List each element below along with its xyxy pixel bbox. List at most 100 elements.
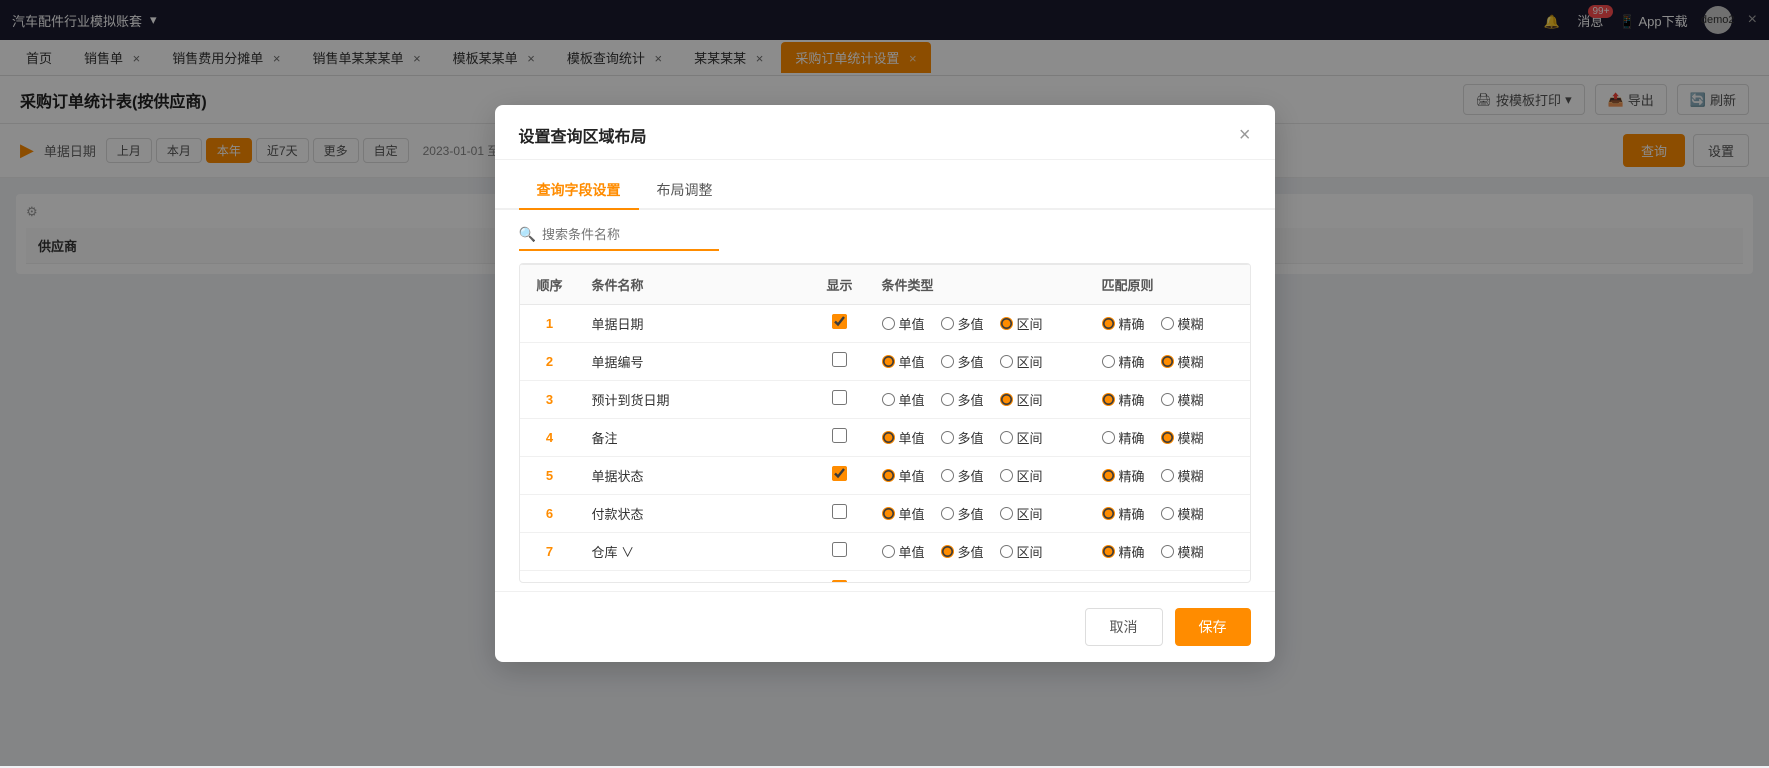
radio-match-精确[interactable]: 精确	[1102, 352, 1145, 371]
row-type-cell[interactable]: 单值多值区间	[870, 380, 1090, 418]
radio-match-精确[interactable]: 精确	[1102, 542, 1145, 561]
row-show-cell[interactable]	[810, 418, 870, 456]
row-match-cell[interactable]: 精确模糊	[1090, 418, 1250, 456]
row-name: 单据编号	[580, 342, 810, 380]
table-row: 2单据编号单值多值区间精确模糊	[520, 342, 1250, 380]
radio-type-区间[interactable]: 区间	[1000, 428, 1043, 447]
col-type: 条件类型	[870, 264, 1090, 304]
radio-type-多值[interactable]: 多值	[941, 580, 984, 583]
row-show-checkbox[interactable]	[832, 580, 847, 583]
row-show-checkbox[interactable]	[832, 314, 847, 329]
row-show-checkbox[interactable]	[832, 390, 847, 405]
row-type-cell[interactable]: 单值多值区间	[870, 532, 1090, 570]
radio-type-单值[interactable]: 单值	[882, 428, 925, 447]
modal-tabs: 查询字段设置 布局调整	[495, 160, 1275, 210]
row-show-cell[interactable]	[810, 380, 870, 418]
row-show-cell[interactable]	[810, 494, 870, 532]
row-match-cell[interactable]: 精确模糊	[1090, 456, 1250, 494]
row-match-cell[interactable]: 精确 模糊	[1090, 570, 1250, 583]
row-show-checkbox[interactable]	[832, 352, 847, 367]
row-match-cell[interactable]: 精确模糊	[1090, 494, 1250, 532]
col-name: 条件名称	[580, 264, 810, 304]
row-type-cell[interactable]: 单值多值区间	[870, 494, 1090, 532]
row-show-checkbox[interactable]	[832, 504, 847, 519]
row-type-cell[interactable]: 单值多值区间	[870, 418, 1090, 456]
radio-type-多值[interactable]: 多值	[941, 390, 984, 409]
modal-body: 🔍 顺序 条件名称 显示 条件类型 匹配原则	[495, 210, 1275, 591]
row-show-cell[interactable]	[810, 456, 870, 494]
row-type-cell[interactable]: 单值多值区间	[870, 304, 1090, 342]
table-row: 3预计到货日期单值多值区间精确模糊	[520, 380, 1250, 418]
row-order: 5	[520, 456, 580, 494]
radio-type-多值[interactable]: 多值	[941, 428, 984, 447]
row-show-checkbox[interactable]	[832, 428, 847, 443]
cancel-button[interactable]: 取消	[1085, 608, 1163, 646]
radio-type-单值[interactable]: 单值	[882, 314, 925, 333]
settings-table-scroll[interactable]: 顺序 条件名称 显示 条件类型 匹配原则 1单据日期单值多值区间精确模糊2单据编…	[519, 263, 1251, 583]
row-name: 付款状态	[580, 494, 810, 532]
radio-match-精确[interactable]: 精确	[1102, 466, 1145, 485]
radio-type-区间[interactable]: 区间	[1000, 466, 1043, 485]
row-match-cell[interactable]: 精确模糊	[1090, 342, 1250, 380]
row-show-cell[interactable]	[810, 304, 870, 342]
col-order: 顺序	[520, 264, 580, 304]
radio-type-单值[interactable]: 单值	[882, 466, 925, 485]
radio-type-多值[interactable]: 多值	[941, 352, 984, 371]
radio-type-单值[interactable]: 单值	[882, 542, 925, 561]
tab-layout[interactable]: 布局调整	[639, 172, 731, 210]
tab-query-fields[interactable]: 查询字段设置	[519, 172, 639, 210]
col-match: 匹配原则	[1090, 264, 1250, 304]
radio-match-模糊[interactable]: 模糊	[1161, 580, 1204, 583]
radio-type-多值[interactable]: 多值	[941, 504, 984, 523]
radio-match-模糊[interactable]: 模糊	[1161, 390, 1204, 409]
save-button[interactable]: 保存	[1175, 608, 1251, 646]
radio-type-区间[interactable]: 区间	[1000, 352, 1043, 371]
row-match-cell[interactable]: 精确模糊	[1090, 532, 1250, 570]
radio-type-区间[interactable]: 区间	[1000, 314, 1043, 333]
radio-match-模糊[interactable]: 模糊	[1161, 542, 1204, 561]
radio-type-单值[interactable]: 单值	[882, 390, 925, 409]
radio-type-区间[interactable]: 区间	[1000, 542, 1043, 561]
table-row: 8商品 ∨ 单值 多值 区间 精确 模糊	[520, 570, 1250, 583]
modal-overlay: 设置查询区域布局 × 查询字段设置 布局调整 🔍 顺序 条件名称	[0, 0, 1769, 766]
row-show-checkbox[interactable]	[832, 542, 847, 557]
radio-match-模糊[interactable]: 模糊	[1161, 428, 1204, 447]
row-show-cell[interactable]	[810, 342, 870, 380]
radio-type-区间[interactable]: 区间	[1000, 580, 1043, 583]
radio-type-单值[interactable]: 单值	[882, 352, 925, 371]
radio-match-精确[interactable]: 精确	[1102, 504, 1145, 523]
search-bar: 🔍	[519, 226, 719, 251]
radio-match-模糊[interactable]: 模糊	[1161, 314, 1204, 333]
row-type-cell[interactable]: 单值 多值 区间	[870, 570, 1090, 583]
radio-type-区间[interactable]: 区间	[1000, 390, 1043, 409]
search-icon: 🔍	[519, 226, 536, 243]
radio-match-精确[interactable]: 精确	[1102, 314, 1145, 333]
row-show-cell[interactable]	[810, 532, 870, 570]
radio-type-单值[interactable]: 单值	[882, 504, 925, 523]
row-order: 7	[520, 532, 580, 570]
row-type-cell[interactable]: 单值多值区间	[870, 342, 1090, 380]
radio-match-精确[interactable]: 精确	[1102, 428, 1145, 447]
modal-close-button[interactable]: ×	[1239, 125, 1251, 145]
row-match-cell[interactable]: 精确模糊	[1090, 304, 1250, 342]
radio-type-单值[interactable]: 单值	[882, 580, 925, 583]
row-order: 8	[520, 570, 580, 583]
radio-type-多值[interactable]: 多值	[941, 314, 984, 333]
row-name: 预计到货日期	[580, 380, 810, 418]
radio-match-精确[interactable]: 精确	[1102, 390, 1145, 409]
search-input[interactable]	[542, 227, 702, 242]
row-show-cell[interactable]	[810, 570, 870, 583]
radio-type-多值[interactable]: 多值	[941, 542, 984, 561]
radio-match-模糊[interactable]: 模糊	[1161, 466, 1204, 485]
row-type-cell[interactable]: 单值多值区间	[870, 456, 1090, 494]
row-show-checkbox[interactable]	[832, 466, 847, 481]
col-show: 显示	[810, 264, 870, 304]
row-match-cell[interactable]: 精确模糊	[1090, 380, 1250, 418]
radio-match-精确[interactable]: 精确	[1102, 580, 1145, 583]
row-name: 备注	[580, 418, 810, 456]
radio-type-区间[interactable]: 区间	[1000, 504, 1043, 523]
radio-type-多值[interactable]: 多值	[941, 466, 984, 485]
row-name: 商品 ∨	[580, 570, 810, 583]
radio-match-模糊[interactable]: 模糊	[1161, 504, 1204, 523]
radio-match-模糊[interactable]: 模糊	[1161, 352, 1204, 371]
